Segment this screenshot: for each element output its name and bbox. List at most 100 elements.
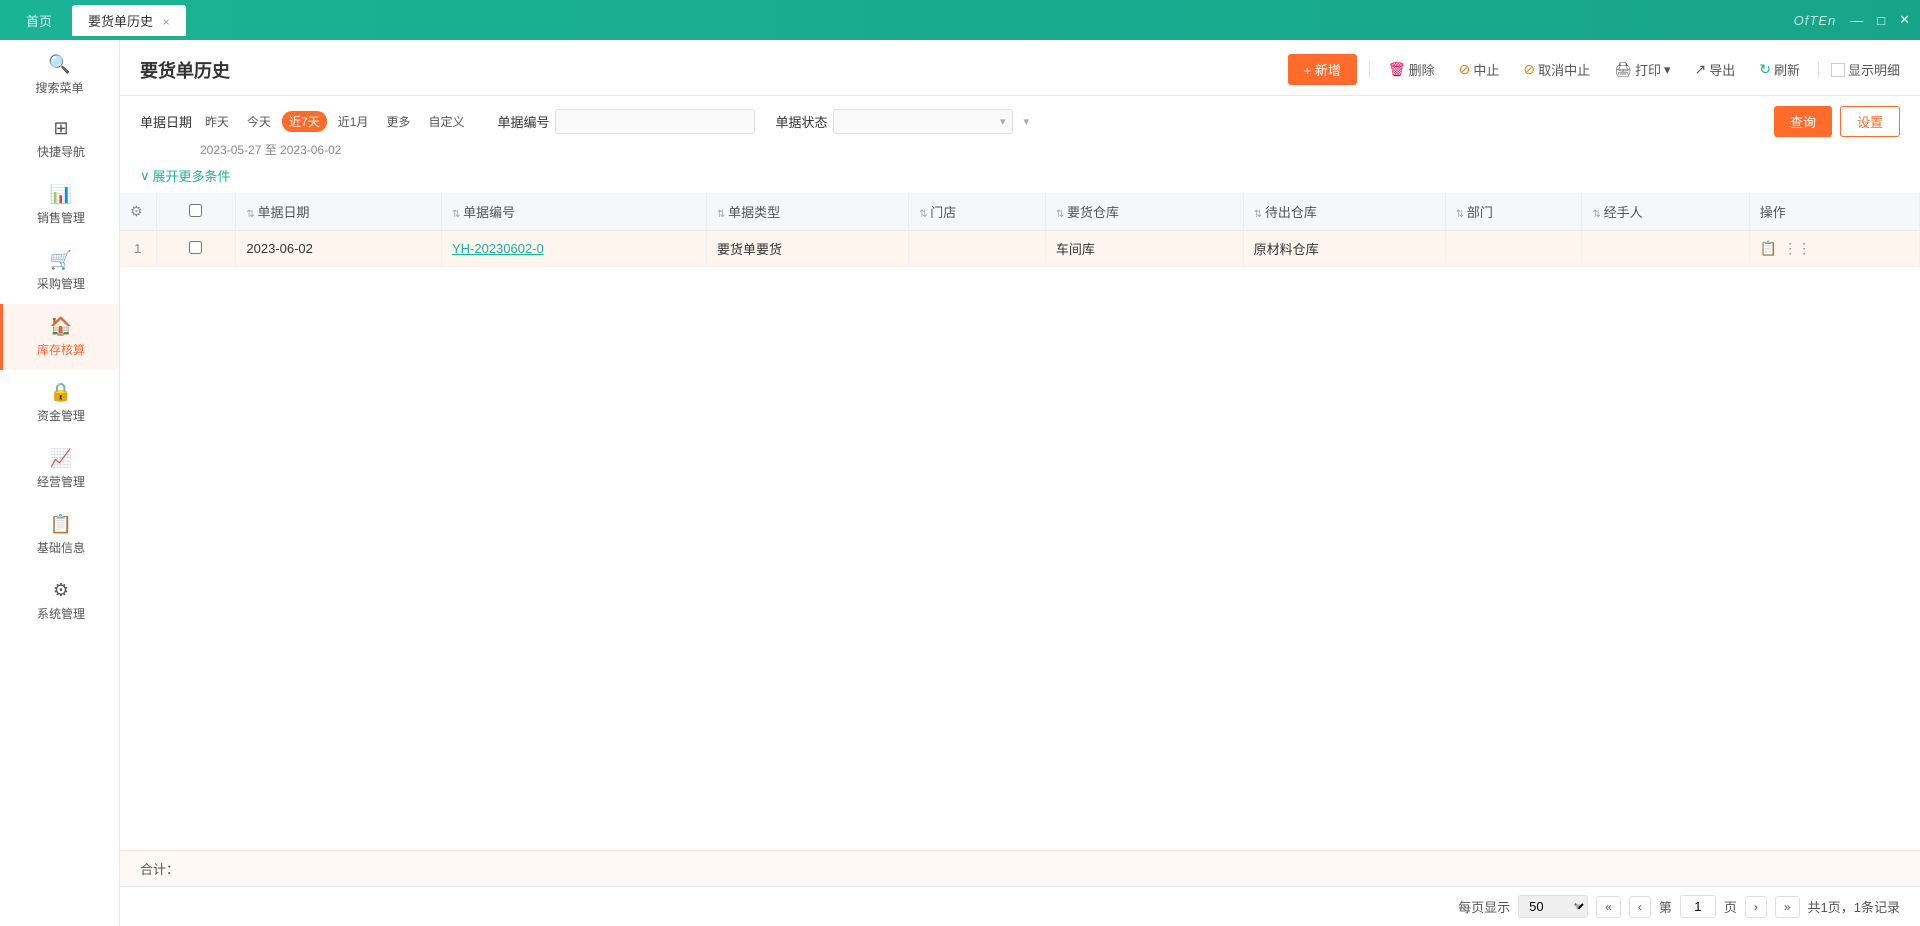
sidebar-search-label: 搜索菜单	[35, 79, 83, 96]
sidebar-item-label: 资金管理	[37, 407, 85, 424]
expand-icon: ∨	[140, 168, 150, 184]
window-maximize-button[interactable]: □	[1877, 13, 1885, 28]
date-opt-more[interactable]: 更多	[379, 111, 417, 132]
delete-icon: 🗑	[1388, 61, 1406, 78]
tab-home-label: 首页	[26, 14, 52, 29]
col-handler[interactable]: 经手人	[1582, 193, 1749, 231]
sidebar-item-purchase-mgmt[interactable]: 🛒 采购管理	[0, 238, 119, 304]
show-detail-toggle[interactable]: 显示明细	[1831, 60, 1900, 79]
sidebar-item-quick-nav[interactable]: ⊞ 快捷导航	[0, 106, 119, 172]
tab-close-icon[interactable]: ×	[163, 15, 170, 29]
sidebar-item-sales-mgmt[interactable]: 📊 销售管理	[0, 172, 119, 238]
print-button[interactable]: 🖨 打印 ▾	[1608, 56, 1676, 83]
filter-buttons: 查询 设置	[1774, 106, 1900, 137]
new-button[interactable]: + 新增	[1288, 54, 1357, 85]
sidebar-item-operation-mgmt[interactable]: 📈 经营管理	[0, 436, 119, 502]
row-dest-warehouse: 原材料仓库	[1243, 231, 1445, 267]
prev-page-button[interactable]: ‹	[1629, 896, 1651, 918]
sidebar-item-label: 基础信息	[37, 539, 85, 556]
col-date[interactable]: 单据日期	[236, 193, 442, 231]
col-dest-warehouse[interactable]: 待出仓库	[1243, 193, 1445, 231]
col-store[interactable]: 门店	[909, 193, 1046, 231]
col-settings-icon[interactable]: ⚙	[130, 203, 143, 219]
row-docno: YH-20230602-0	[441, 231, 706, 267]
page-go-label: 第	[1659, 897, 1672, 916]
row-action: 📋 ⋮⋮	[1749, 231, 1919, 267]
date-opt-custom[interactable]: 自定义	[421, 111, 471, 132]
search-icon: 🔍	[48, 54, 70, 75]
page-title: 要货单历史	[140, 57, 230, 83]
col-action: 操作	[1749, 193, 1919, 231]
sidebar-search[interactable]: 🔍 搜索菜单	[0, 44, 119, 106]
date-filter-group: 单据日期 昨天 今天 近7天 近1月 更多 自定义	[140, 111, 477, 132]
select-all-checkbox[interactable]	[189, 204, 202, 217]
refresh-icon: ↻	[1759, 61, 1771, 78]
col-dept[interactable]: 部门	[1445, 193, 1582, 231]
sidebar-item-label: 系统管理	[37, 605, 85, 622]
sales-icon: 📊	[50, 184, 72, 205]
expand-filter-button[interactable]: ∨ 展开更多条件	[140, 166, 1900, 191]
expand-row: ∨ 展开更多条件	[140, 162, 1900, 193]
sidebar-item-system-mgmt[interactable]: ⚙ 系统管理	[0, 568, 119, 634]
cancel-stop-button[interactable]: ⊘ 取消中止	[1517, 56, 1596, 83]
date-opt-1month[interactable]: 近1月	[331, 111, 376, 132]
date-opt-today[interactable]: 今天	[240, 111, 278, 132]
print-dropdown-icon: ▾	[1664, 62, 1671, 78]
col-settings[interactable]: ⚙	[120, 193, 156, 231]
row-checkbox[interactable]	[189, 241, 202, 254]
sidebar-item-label: 库存核算	[37, 341, 85, 358]
toolbar: + 新增 🗑 删除 ⊘ 中止 ⊘ 取消中止 🖨	[1288, 54, 1900, 85]
doc-status-select[interactable]: 草稿 已审核 已中止	[833, 109, 1013, 134]
stop-label: 中止	[1473, 60, 1499, 79]
page-title-row: 要货单历史 + 新增 🗑 删除 ⊘ 中止 ⊘ 取消中止	[140, 54, 1900, 85]
first-page-button[interactable]: «	[1596, 896, 1621, 918]
col-req-warehouse[interactable]: 要货仓库	[1045, 193, 1243, 231]
total-label: 共1页，1条记录	[1808, 897, 1900, 916]
table-header-row: ⚙ 单据日期 单据编号 单据类型 门店 要货仓库 待出仓库 部门 经手人 操	[120, 193, 1920, 231]
table-footer: 合计：	[120, 850, 1920, 886]
doc-link[interactable]: YH-20230602-0	[452, 241, 544, 256]
refresh-label: 刷新	[1774, 60, 1800, 79]
row-num: 1	[120, 231, 156, 267]
stop-button[interactable]: ⊘ 中止	[1453, 56, 1506, 83]
sidebar-item-finance-mgmt[interactable]: 🔒 资金管理	[0, 370, 119, 436]
next-page-button[interactable]: ›	[1745, 896, 1767, 918]
sidebar-item-label: 经营管理	[37, 473, 85, 490]
sidebar: 🔍 搜索菜单 ⊞ 快捷导航 📊 销售管理 🛒 采购管理 🏠 库存核算 🔒 资金管…	[0, 40, 120, 926]
show-detail-checkbox[interactable]	[1831, 63, 1845, 77]
date-range-display: 2023-05-27 至 2023-06-02	[200, 141, 1900, 158]
col-checkbox	[156, 193, 236, 231]
divider-1	[1369, 62, 1370, 78]
logo-text: OfTEn	[1794, 13, 1837, 28]
delete-button[interactable]: 🗑 删除	[1382, 56, 1441, 83]
system-mgmt-icon: ⚙	[53, 580, 69, 601]
date-opt-7days[interactable]: 近7天	[282, 111, 327, 132]
window-minimize-button[interactable]: —	[1850, 13, 1863, 28]
row-handler	[1582, 231, 1749, 267]
doc-number-input[interactable]	[555, 109, 755, 134]
doc-status-label: 单据状态	[775, 112, 827, 131]
settings-button[interactable]: 设置	[1840, 106, 1900, 137]
table-header: ⚙ 单据日期 单据编号 单据类型 门店 要货仓库 待出仓库 部门 经手人 操	[120, 193, 1920, 231]
date-opt-yesterday[interactable]: 昨天	[198, 111, 236, 132]
tab-requisition-history[interactable]: 要货单历史 ×	[72, 5, 186, 36]
page-size-select[interactable]: 50 100 200	[1518, 895, 1588, 918]
window-close-button[interactable]: ✕	[1899, 12, 1910, 28]
sidebar-item-label: 销售管理	[37, 209, 85, 226]
action-icons: 📋 ⋮⋮	[1760, 240, 1909, 257]
export-icon: ↗	[1694, 61, 1706, 78]
doc-status-select-wrapper: 草稿 已审核 已中止	[833, 109, 1013, 134]
sidebar-item-inventory-mgmt[interactable]: 🏠 库存核算	[0, 304, 119, 370]
last-page-button[interactable]: »	[1775, 896, 1800, 918]
col-type[interactable]: 单据类型	[707, 193, 909, 231]
page-number-input[interactable]	[1680, 895, 1716, 918]
export-button[interactable]: ↗ 导出	[1688, 56, 1741, 83]
sidebar-item-basic-info[interactable]: 📋 基础信息	[0, 502, 119, 568]
refresh-button[interactable]: ↻ 刷新	[1753, 56, 1806, 83]
tab-home[interactable]: 首页	[10, 5, 68, 36]
page-size-label: 每页显示	[1458, 897, 1510, 916]
col-docno[interactable]: 单据编号	[441, 193, 706, 231]
row-edit-icon[interactable]: 📋	[1760, 240, 1777, 257]
row-more-icon[interactable]: ⋮⋮	[1783, 240, 1811, 257]
query-button[interactable]: 查询	[1774, 106, 1832, 137]
